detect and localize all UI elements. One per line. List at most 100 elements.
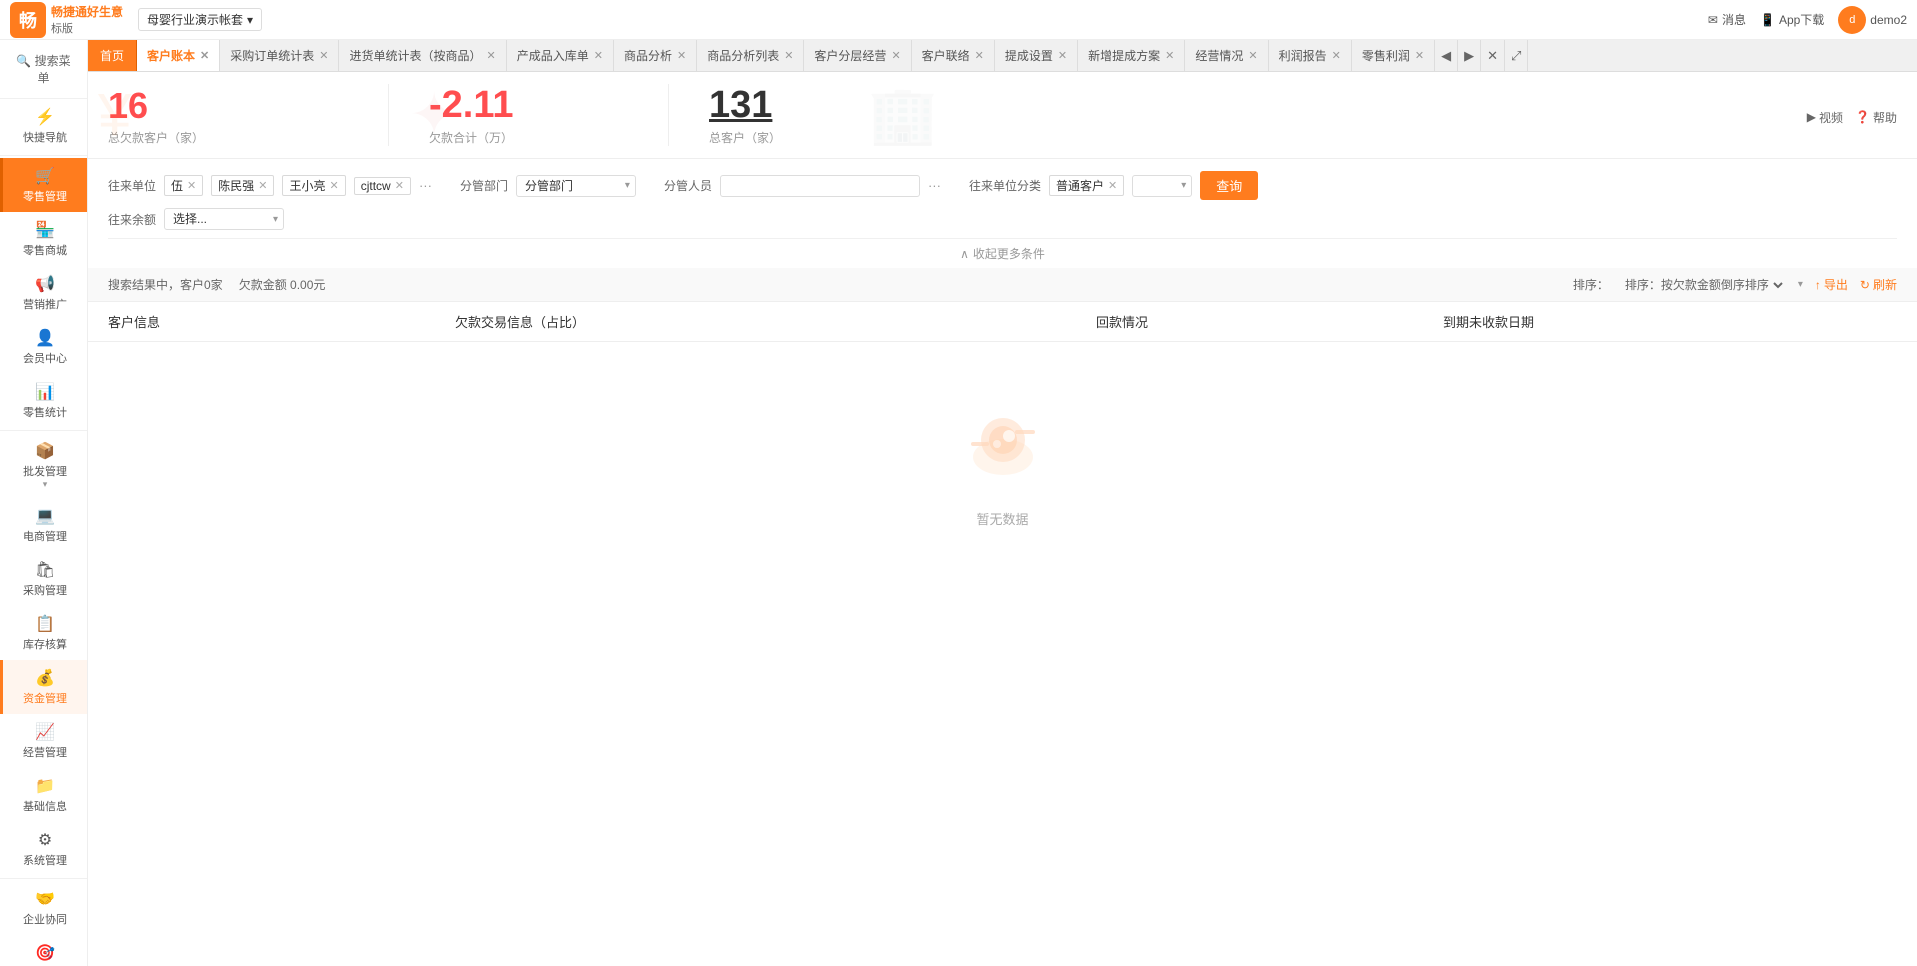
tab-close-customer-ledger[interactable]: ✕: [200, 49, 209, 62]
tab-maximize-btn[interactable]: ⤢: [1505, 40, 1528, 72]
collapse-filter-btn[interactable]: ∧ 收起更多条件: [108, 238, 1897, 268]
page-content: ¥ 16 总欠款客户（家） ✦ -2.11 欠款合计（万） 🏢 131: [88, 72, 1917, 966]
tab-customer-ledger[interactable]: 客户账本 ✕: [137, 40, 220, 72]
finance-icon: 💰: [35, 668, 55, 688]
sidebar-item-purchase[interactable]: 🛍 采购管理: [0, 552, 87, 606]
top-bar-right: ✉ 消息 📱 App下载 d demo2: [1708, 6, 1907, 34]
tab-customer-contact[interactable]: 客户联络 ✕: [912, 40, 995, 72]
sidebar-divider: [0, 155, 87, 156]
export-btn[interactable]: ↑ 导出: [1815, 276, 1848, 293]
sidebar-item-retail-stats[interactable]: 📊 零售统计: [0, 374, 87, 428]
tab-prev-btn[interactable]: ◀: [1435, 40, 1458, 72]
refresh-btn[interactable]: ↻ 刷新: [1860, 276, 1897, 293]
account-selector[interactable]: 母婴行业演示帐套 ▾: [138, 8, 262, 31]
category-filter-label: 往来单位分类: [969, 177, 1041, 194]
sidebar-item-retail-mall[interactable]: 🏪 零售商城: [0, 212, 87, 266]
tab-close-all-btn[interactable]: ✕: [1481, 40, 1505, 72]
category-select[interactable]: [1132, 175, 1192, 197]
stat-debt-customers-value: 16: [108, 85, 308, 127]
tab-add-commission[interactable]: 新增提成方案 ✕: [1078, 40, 1185, 72]
remove-tag-wang[interactable]: ✕: [330, 179, 339, 192]
tab-close-retail-profit[interactable]: ✕: [1415, 49, 1424, 62]
filter-more-tags[interactable]: ···: [419, 178, 432, 193]
tab-retail-profit[interactable]: 零售利润 ✕: [1352, 40, 1435, 72]
tab-commission-settings[interactable]: 提成设置 ✕: [995, 40, 1078, 72]
tab-close-commission[interactable]: ✕: [1058, 49, 1067, 62]
sidebar-item-quick-nav[interactable]: ⚡ 快捷导航: [0, 99, 87, 153]
tab-close-contact[interactable]: ✕: [975, 49, 984, 62]
mall-icon: 🏪: [35, 220, 55, 240]
tab-close-product-analysis[interactable]: ✕: [677, 49, 686, 62]
tab-close-add-commission[interactable]: ✕: [1165, 49, 1174, 62]
remove-tag-category[interactable]: ✕: [1108, 179, 1117, 192]
sidebar-item-guide[interactable]: 🎯 新手引导: [0, 935, 87, 966]
filter-tag-wang: 王小亮 ✕: [282, 175, 345, 196]
stat-total-customers-label: 总客户（家）: [709, 129, 868, 146]
result-summary: 搜索结果中，客户0家: [108, 276, 223, 293]
app-download-btn[interactable]: 📱 App下载: [1760, 11, 1824, 28]
person-select-wrap: [720, 175, 920, 197]
video-help-btn[interactable]: ▶ 视频: [1807, 109, 1843, 126]
sidebar-item-wholesale[interactable]: 📦 批发管理 ▾: [0, 433, 87, 498]
dept-select[interactable]: 分管部门: [516, 175, 636, 197]
tab-profit-report[interactable]: 利润报告 ✕: [1269, 40, 1352, 72]
sidebar-item-inventory[interactable]: 📋 库存核算: [0, 606, 87, 660]
balance-select[interactable]: 选择...: [164, 208, 284, 230]
user-menu[interactable]: d demo2: [1838, 6, 1907, 34]
inventory-icon: 📋: [35, 614, 55, 634]
tab-close-segment[interactable]: ✕: [891, 49, 900, 62]
person-input[interactable]: [720, 175, 920, 197]
col-debt-info: 欠款交易信息（占比）: [435, 302, 1076, 342]
tab-close-profit[interactable]: ✕: [1332, 49, 1341, 62]
message-icon: ✉: [1708, 13, 1718, 27]
tab-close-purchase[interactable]: ✕: [319, 49, 328, 62]
tab-business[interactable]: 经营情况 ✕: [1185, 40, 1268, 72]
sidebar-item-retail-mgmt[interactable]: 🛒 零售管理: [0, 158, 87, 212]
sidebar-item-marketing[interactable]: 📢 营销推广: [0, 266, 87, 320]
tab-close-business[interactable]: ✕: [1248, 49, 1257, 62]
refresh-icon: ↻: [1860, 278, 1870, 292]
sort-label: 排序：: [1573, 276, 1609, 293]
tab-close-product-list[interactable]: ✕: [784, 49, 793, 62]
unit-filter-label: 往来单位: [108, 177, 156, 194]
sidebar-item-finance[interactable]: 💰 资金管理: [0, 660, 87, 714]
person-more-icon[interactable]: ···: [928, 178, 941, 193]
query-button[interactable]: 查询: [1200, 171, 1258, 200]
tab-product-analysis[interactable]: 商品分析 ✕: [614, 40, 697, 72]
tab-next-btn[interactable]: ▶: [1458, 40, 1481, 72]
tab-inbound-stats[interactable]: 进货单统计表（按商品） ✕: [339, 40, 506, 72]
stat-bg-icon-3: 🏢: [868, 82, 938, 148]
sidebar-item-ecommerce[interactable]: 💻 电商管理: [0, 498, 87, 552]
dept-select-wrap: 分管部门 ▾: [516, 175, 636, 197]
messages-btn[interactable]: ✉ 消息: [1708, 11, 1746, 28]
filter-tag-normal-customer: 普通客户 ✕: [1049, 175, 1124, 196]
sort-select[interactable]: 排序：按欠款金额倒序排序: [1621, 277, 1786, 293]
sidebar-search[interactable]: 🔍 搜索菜单: [0, 40, 87, 99]
tab-production[interactable]: 产成品入库单 ✕: [507, 40, 614, 72]
stat-total-customers-value: 131: [709, 84, 868, 127]
data-table: 客户信息 欠款交易信息（占比） 回款情况 到期未收款日期: [88, 302, 1917, 342]
sidebar-item-basic-info[interactable]: 📁 基础信息: [0, 768, 87, 822]
tab-customer-segment[interactable]: 客户分层经营 ✕: [804, 40, 911, 72]
help-btn[interactable]: ❓ 帮助: [1855, 109, 1897, 126]
tab-product-analysis-list[interactable]: 商品分析列表 ✕: [697, 40, 804, 72]
sidebar-item-system[interactable]: ⚙ 系统管理: [0, 822, 87, 876]
search-menu-button[interactable]: 🔍 搜索菜单: [8, 48, 79, 90]
sidebar-item-member-center[interactable]: 👤 会员中心: [0, 320, 87, 374]
balance-select-wrap: 选择... ▾: [164, 208, 284, 230]
remove-tag-wu[interactable]: ✕: [187, 179, 196, 192]
sidebar-item-enterprise-collab[interactable]: 🤝 企业协同: [0, 881, 87, 935]
remove-tag-cj[interactable]: ✕: [395, 179, 404, 192]
star-icon: ⚡: [35, 107, 55, 127]
tab-close-inbound[interactable]: ✕: [487, 49, 496, 62]
debt-amount-text: 欠款金额 0.00元: [239, 276, 326, 293]
export-icon: ↑: [1815, 278, 1821, 292]
collab-icon: 🤝: [35, 889, 55, 909]
stat-bg-icon-1: ¥: [98, 81, 131, 150]
tab-home[interactable]: 首页: [88, 40, 137, 72]
tab-close-production[interactable]: ✕: [594, 49, 603, 62]
remove-tag-chen[interactable]: ✕: [258, 179, 267, 192]
tab-purchase-order[interactable]: 采购订单统计表 ✕: [220, 40, 339, 72]
chevron-up-icon: ∧: [960, 247, 969, 261]
sidebar-item-operations[interactable]: 📈 经营管理: [0, 714, 87, 768]
